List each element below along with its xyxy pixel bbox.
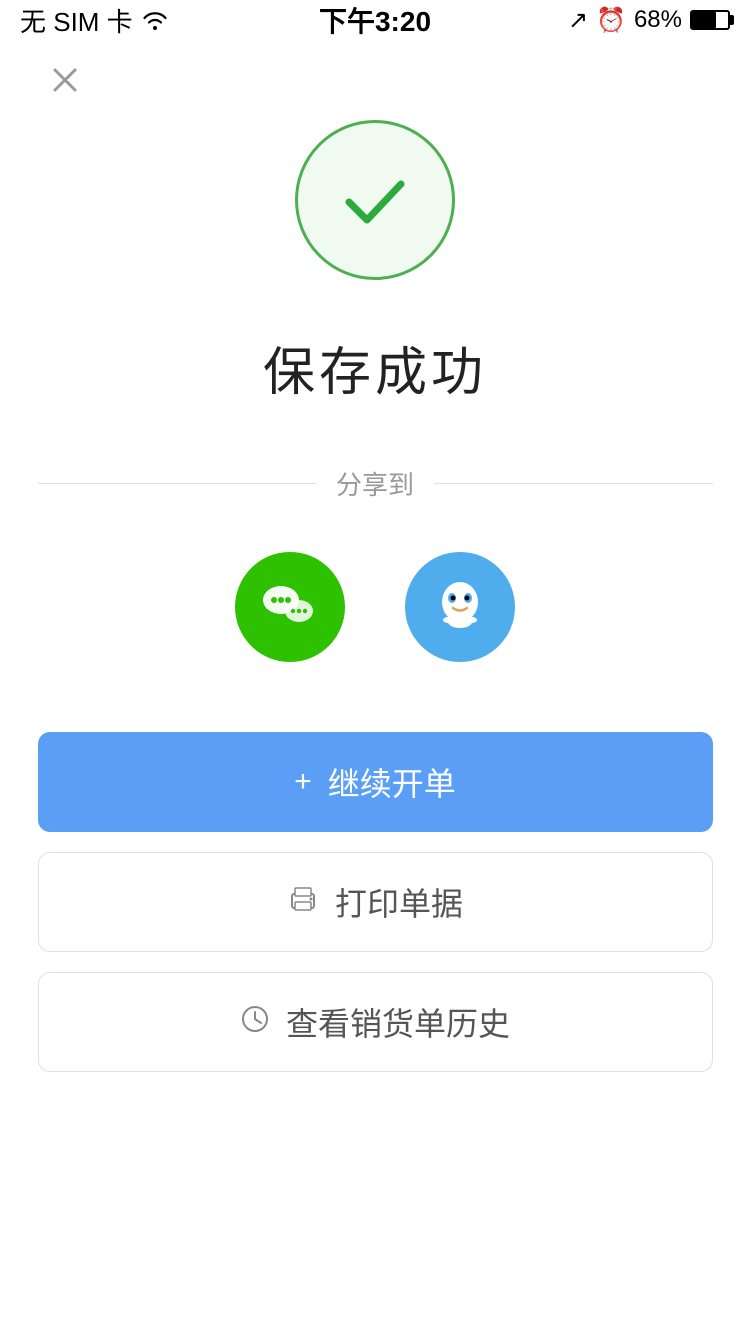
qq-icon [430, 576, 490, 638]
continue-label: 继续开单 [328, 759, 456, 805]
checkmark-icon [335, 160, 415, 240]
divider-right [434, 483, 713, 484]
share-label: 分享到 [336, 465, 414, 502]
close-icon [47, 62, 83, 98]
battery-percentage: 68% [634, 6, 682, 34]
share-qq-button[interactable] [405, 552, 515, 662]
share-divider: 分享到 [38, 465, 713, 502]
wifi-icon [141, 10, 169, 30]
carrier-text: 无 SIM 卡 [20, 2, 133, 39]
status-carrier-wifi: 无 SIM 卡 [20, 2, 169, 39]
status-right: ↗ ⏰ 68% [568, 6, 730, 35]
close-button[interactable] [40, 55, 90, 105]
share-icons-container [235, 552, 515, 662]
clock-icon [240, 1004, 270, 1040]
plus-icon: + [294, 767, 312, 797]
share-wechat-button[interactable] [235, 552, 345, 662]
print-label: 打印单据 [335, 879, 463, 925]
history-button[interactable]: 查看销货单历史 [38, 972, 713, 1072]
success-title: 保存成功 [263, 330, 487, 405]
status-bar: 无 SIM 卡 下午3:20 ↗ ⏰ 68% [0, 0, 750, 40]
location-icon: ↗ [568, 6, 588, 35]
printer-icon [287, 884, 319, 920]
print-button[interactable]: 打印单据 [38, 852, 713, 952]
main-content: 保存成功 分享到 [0, 40, 750, 1072]
continue-button[interactable]: + 继续开单 [38, 732, 713, 832]
wechat-icon [259, 581, 321, 633]
history-label: 查看销货单历史 [286, 999, 510, 1045]
success-circle [295, 120, 455, 280]
battery-icon [690, 10, 730, 30]
status-time: 下午3:20 [319, 0, 431, 40]
actions-container: + 继续开单 打印单据 [38, 732, 713, 1072]
divider-left [38, 483, 317, 484]
alarm-icon: ⏰ [596, 6, 626, 35]
